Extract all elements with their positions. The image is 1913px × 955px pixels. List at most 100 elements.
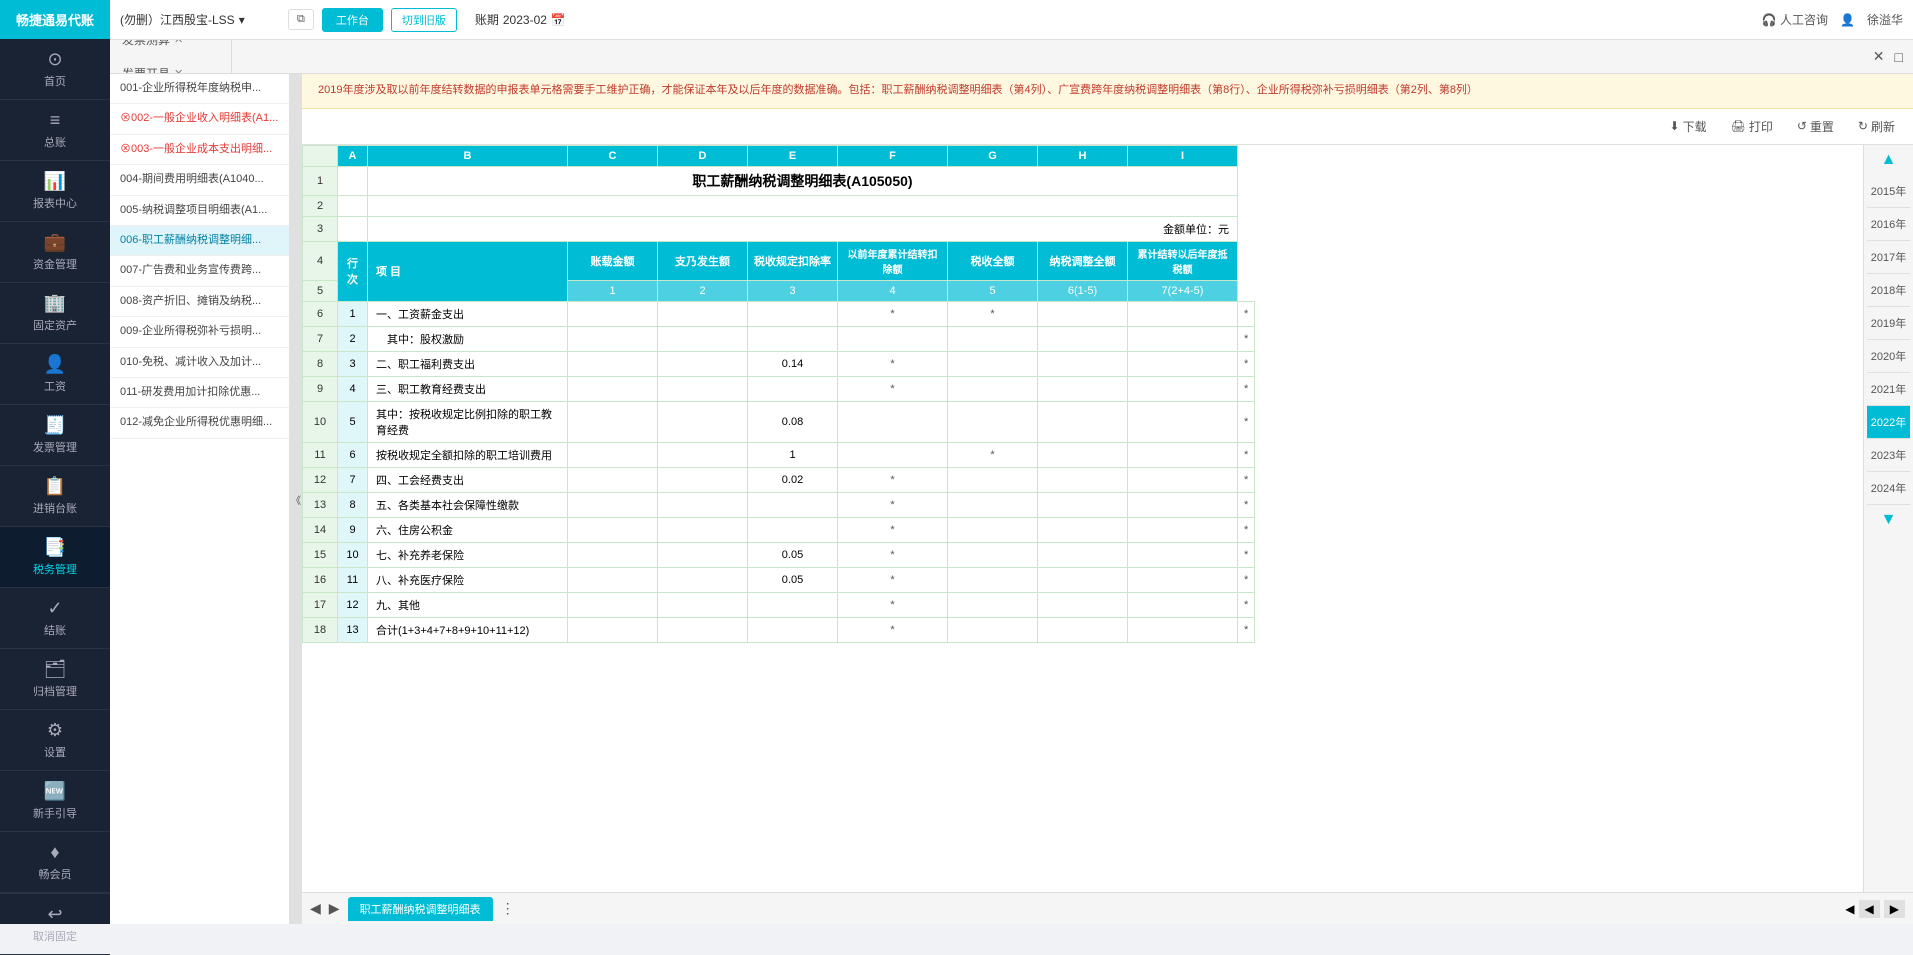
support-link[interactable]: 🎧 人工咨询	[1762, 11, 1828, 28]
year-btn-2021年[interactable]: 2021年	[1867, 373, 1910, 406]
cell-r10-c2[interactable]	[658, 542, 748, 567]
cell-r11-c7[interactable]	[1128, 567, 1238, 592]
tab-close-invoice-open[interactable]: ✕	[174, 67, 183, 74]
cell-r3-c3[interactable]: 0.14	[748, 351, 838, 376]
bottom-nav-right[interactable]: ▶	[329, 900, 340, 917]
cell-r7-c7[interactable]	[1128, 467, 1238, 492]
cell-r12-c6[interactable]	[1038, 592, 1128, 617]
cell-r7-c8[interactable]: *	[1238, 467, 1255, 492]
cell-r5-c2[interactable]	[658, 401, 748, 442]
cell-r12-c8[interactable]: *	[1238, 592, 1255, 617]
cell-r1-c3[interactable]	[748, 301, 838, 326]
cell-r11-c8[interactable]: *	[1238, 567, 1255, 592]
cell-r4-c3[interactable]	[748, 376, 838, 401]
cell-r4-c4[interactable]: *	[838, 376, 948, 401]
year-btn-2023年[interactable]: 2023年	[1867, 439, 1910, 472]
row-item-4[interactable]: 三、职工教育经费支出	[368, 376, 568, 401]
cell-r5-c5[interactable]	[948, 401, 1038, 442]
switch-old-btn[interactable]: 切到旧版	[391, 8, 457, 32]
cell-r1-c1[interactable]	[568, 301, 658, 326]
cell-r10-c7[interactable]	[1128, 542, 1238, 567]
row-item-8[interactable]: 五、各类基本社会保障性缴款	[368, 492, 568, 517]
cell-r9-c7[interactable]	[1128, 517, 1238, 542]
cell-r2-c6[interactable]	[1038, 326, 1128, 351]
collapse-handle[interactable]: 《	[290, 74, 302, 924]
sidebar-item-new-guide[interactable]: 🆕新手引导	[0, 771, 110, 832]
row-item-6[interactable]: 按税收规定全额扣除的职工培训费用	[368, 442, 568, 467]
cell-r5-c3[interactable]: 0.08	[748, 401, 838, 442]
row-item-7[interactable]: 四、工会经费支出	[368, 467, 568, 492]
left-panel-item-006[interactable]: 006-职工薪酬纳税调整明细...	[110, 226, 289, 256]
print-btn[interactable]: 🖨 打印	[1725, 115, 1779, 138]
cell-r8-c6[interactable]	[1038, 492, 1128, 517]
copy-btn[interactable]: ⧉	[288, 9, 314, 30]
cell-r7-c6[interactable]	[1038, 467, 1128, 492]
sidebar-item-report[interactable]: 📊报表中心	[0, 161, 110, 222]
sidebar-item-settlement[interactable]: ✓结账	[0, 588, 110, 649]
cell-r9-c2[interactable]	[658, 517, 748, 542]
cell-r6-c7[interactable]	[1128, 442, 1238, 467]
cell-r5-c4[interactable]	[838, 401, 948, 442]
cell-r6-c3[interactable]: 1	[748, 442, 838, 467]
cell-r11-c3[interactable]: 0.05	[748, 567, 838, 592]
year-btn-2020年[interactable]: 2020年	[1867, 340, 1910, 373]
cell-r1-c2[interactable]	[658, 301, 748, 326]
cell-r8-c1[interactable]	[568, 492, 658, 517]
cell-r4-c8[interactable]: *	[1238, 376, 1255, 401]
cell-r12-c1[interactable]	[568, 592, 658, 617]
cell-r9-c4[interactable]: *	[838, 517, 948, 542]
cell-r5-c8[interactable]: *	[1238, 401, 1255, 442]
cell-r10-c1[interactable]	[568, 542, 658, 567]
cell-r2-c3[interactable]	[748, 326, 838, 351]
cell-r5-c6[interactable]	[1038, 401, 1128, 442]
left-panel-item-012[interactable]: 012-减免企业所得税优惠明细...	[110, 408, 289, 438]
cell-r1-c8[interactable]: *	[1238, 301, 1255, 326]
cell-r13-c8[interactable]: *	[1238, 617, 1255, 642]
row-item-13[interactable]: 合计(1+3+4+7+8+9+10+11+12)	[368, 617, 568, 642]
cell-r7-c5[interactable]	[948, 467, 1038, 492]
cell-r9-c1[interactable]	[568, 517, 658, 542]
cell-r12-c3[interactable]	[748, 592, 838, 617]
cell-r7-c3[interactable]: 0.02	[748, 467, 838, 492]
cell-r5-c7[interactable]	[1128, 401, 1238, 442]
cell-r8-c2[interactable]	[658, 492, 748, 517]
left-panel-item-007[interactable]: 007-广告费和业务宣传费跨...	[110, 256, 289, 286]
sidebar-item-fixed-asset[interactable]: 🏢固定资产	[0, 283, 110, 344]
cell-r7-c2[interactable]	[658, 467, 748, 492]
cell-r8-c5[interactable]	[948, 492, 1038, 517]
restore-tab-btn[interactable]: □	[1893, 47, 1905, 67]
download-btn[interactable]: ⬇ 下载	[1664, 115, 1713, 138]
year-scroll-up[interactable]: ▲	[1875, 145, 1903, 175]
row-item-12[interactable]: 九、其他	[368, 592, 568, 617]
cell-r10-c8[interactable]: *	[1238, 542, 1255, 567]
cell-r7-c1[interactable]	[568, 467, 658, 492]
cell-r6-c4[interactable]	[838, 442, 948, 467]
reset-btn[interactable]: ↺ 重置	[1791, 115, 1840, 138]
cell-r10-c3[interactable]: 0.05	[748, 542, 838, 567]
company-selector[interactable]: (勿删）江西殷宝-LSS ▾	[120, 11, 280, 28]
cell-r6-c2[interactable]	[658, 442, 748, 467]
sidebar-item-general-ledger[interactable]: ≡总账	[0, 100, 110, 161]
year-btn-2016年[interactable]: 2016年	[1867, 208, 1910, 241]
cell-r13-c6[interactable]	[1038, 617, 1128, 642]
cell-r3-c1[interactable]	[568, 351, 658, 376]
cell-r12-c4[interactable]: *	[838, 592, 948, 617]
cell-r11-c2[interactable]	[658, 567, 748, 592]
cell-r9-c6[interactable]	[1038, 517, 1128, 542]
cell-r8-c4[interactable]: *	[838, 492, 948, 517]
left-panel-item-001[interactable]: 001-企业所得税年度纳税申...	[110, 74, 289, 104]
cell-r3-c5[interactable]	[948, 351, 1038, 376]
cell-r7-c4[interactable]: *	[838, 467, 948, 492]
cell-r10-c5[interactable]	[948, 542, 1038, 567]
tab-invoice-open[interactable]: 发票开具✕	[110, 57, 232, 75]
cell-r3-c2[interactable]	[658, 351, 748, 376]
cell-r8-c3[interactable]	[748, 492, 838, 517]
cell-r4-c5[interactable]	[948, 376, 1038, 401]
cell-r11-c4[interactable]: *	[838, 567, 948, 592]
cell-r10-c4[interactable]: *	[838, 542, 948, 567]
cell-r2-c4[interactable]	[838, 326, 948, 351]
scroll-left-btn[interactable]: ◀	[1859, 900, 1880, 918]
cell-r8-c8[interactable]: *	[1238, 492, 1255, 517]
cell-r13-c4[interactable]: *	[838, 617, 948, 642]
cell-r2-c2[interactable]	[658, 326, 748, 351]
